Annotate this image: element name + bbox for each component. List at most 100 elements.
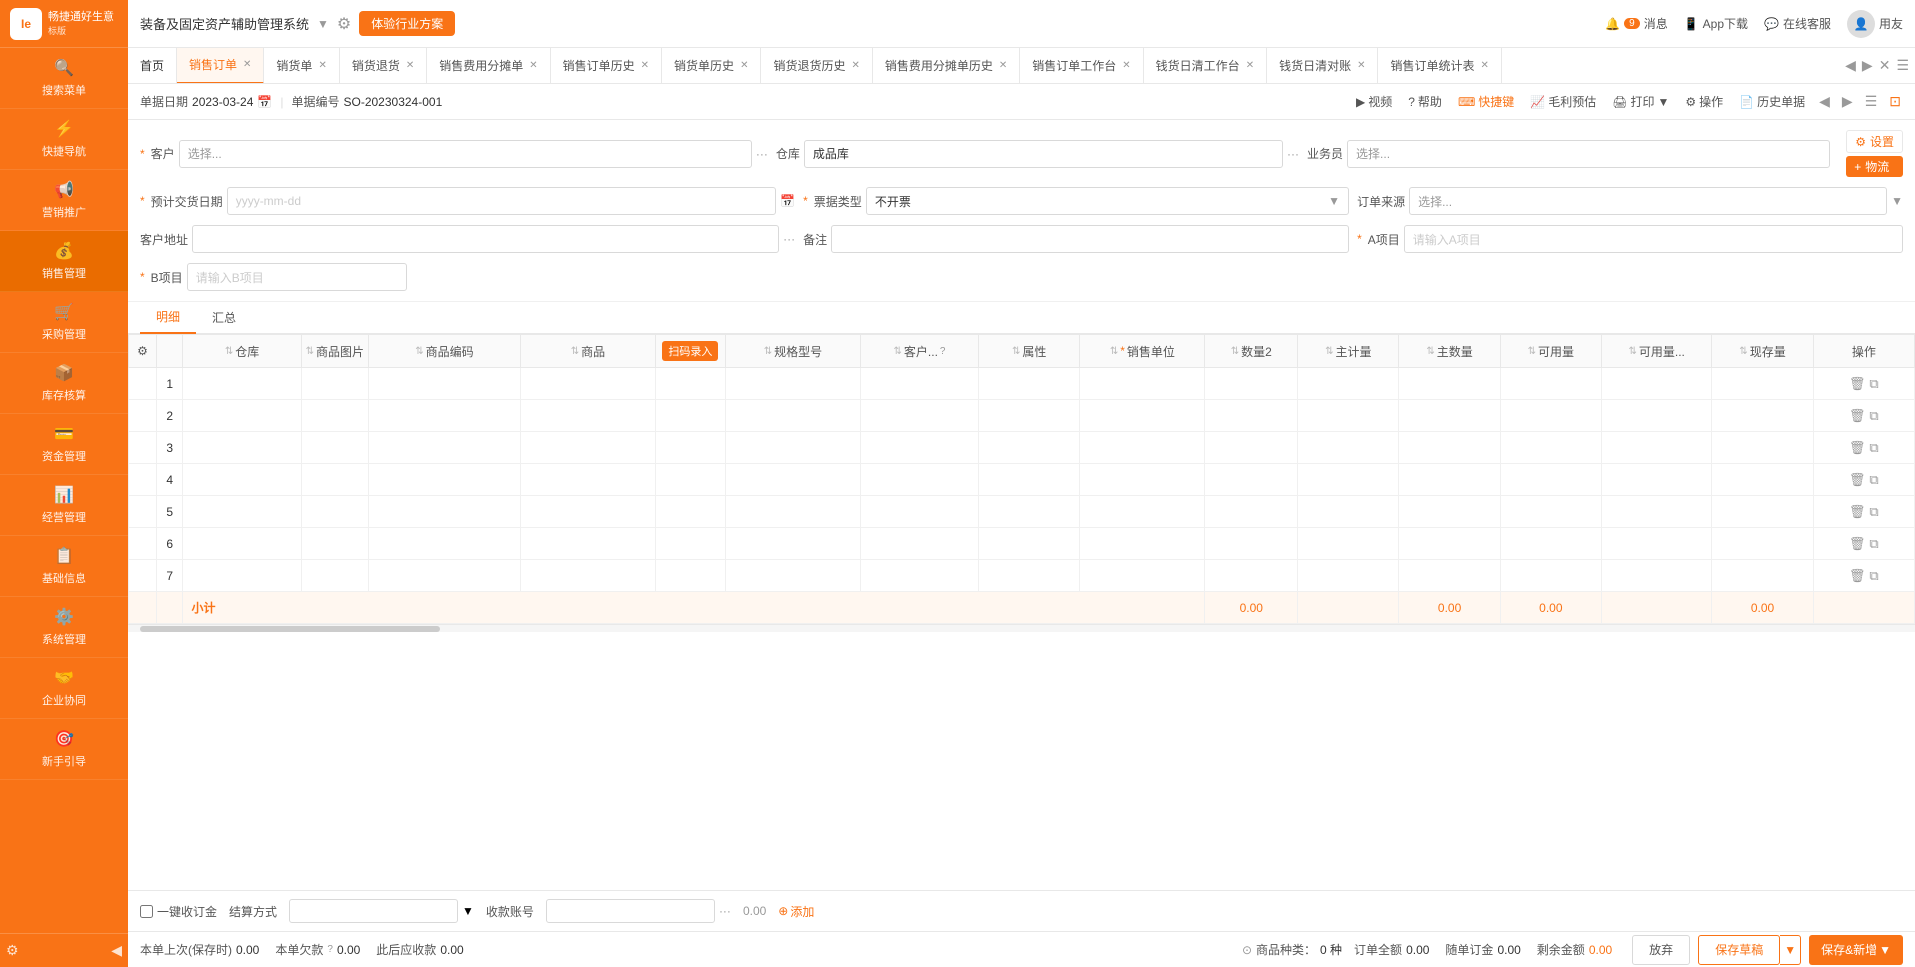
discard-btn[interactable]: 放弃	[1632, 935, 1690, 965]
tab-sales-stats[interactable]: 销售订单统计表 ✕	[1378, 48, 1501, 84]
form-grid-icon[interactable]: ☰	[1863, 91, 1880, 112]
row-copy-icon[interactable]: ⧉	[1869, 504, 1878, 520]
tab-fee-history[interactable]: 销售费用分摊单历史 ✕	[873, 48, 1020, 84]
tab-menu-icon[interactable]: ☰	[1894, 55, 1911, 76]
form-next-icon[interactable]: ▶	[1840, 91, 1855, 112]
b-project-input[interactable]: 请输入B项目	[187, 263, 407, 291]
tab-prev-icon[interactable]: ◀	[1843, 55, 1858, 76]
tab-invoice-history[interactable]: 销货单历史 ✕	[662, 48, 761, 84]
tab-daily-workbench[interactable]: 钱货日清工作台 ✕	[1144, 48, 1267, 84]
industry-btn[interactable]: 体验行业方案	[359, 11, 455, 36]
sidebar-item-collab[interactable]: 🤝 企业协同	[0, 658, 128, 719]
th-qty2[interactable]: ⇅数量2	[1205, 335, 1298, 368]
tab-daily-reconcile[interactable]: 钱货日清对账 ✕	[1267, 48, 1378, 84]
warehouse-more-icon[interactable]: ···	[1287, 147, 1299, 161]
sidebar-item-search[interactable]: 🔍 搜索菜单	[0, 48, 128, 109]
row-copy-icon[interactable]: ⧉	[1869, 440, 1878, 456]
row-copy-icon[interactable]: ⧉	[1869, 536, 1878, 552]
ticket-type-select[interactable]: 不开票 ▼	[866, 187, 1349, 215]
th-settings[interactable]: ⚙	[129, 335, 157, 368]
tab-close-icon[interactable]: ✕	[529, 60, 537, 71]
sidebar-item-finance[interactable]: 💳 资金管理	[0, 414, 128, 475]
sidebar-item-basic-info[interactable]: 📋 基础信息	[0, 536, 128, 597]
tab-sales-fee[interactable]: 销售费用分摊单 ✕	[427, 48, 550, 84]
account-select[interactable]	[546, 899, 715, 923]
tab-return-history[interactable]: 销货退货历史 ✕	[761, 48, 872, 84]
order-source-input[interactable]: 选择...	[1409, 187, 1887, 215]
th-customer-code[interactable]: ⇅客户...?	[860, 335, 978, 368]
th-main-qty[interactable]: ⇅主数量	[1399, 335, 1500, 368]
tab-close-icon[interactable]: ✕	[1246, 60, 1254, 71]
th-spec[interactable]: ⇅规格型号	[725, 335, 860, 368]
calendar2-icon[interactable]: 📅	[780, 194, 795, 208]
toolbar-profit-btn[interactable]: 📈 毛利预估	[1526, 91, 1600, 112]
warehouse-input[interactable]: 成品库	[804, 140, 1283, 168]
remark-input[interactable]	[831, 225, 1349, 253]
row-copy-icon[interactable]: ⧉	[1869, 472, 1878, 488]
scrollbar-thumb[interactable]	[140, 626, 440, 632]
form-prev-icon[interactable]: ◀	[1817, 91, 1832, 112]
address-input[interactable]	[192, 225, 779, 253]
payment-select[interactable]	[289, 899, 458, 923]
sidebar-item-marketing[interactable]: 📢 营销推广	[0, 170, 128, 231]
row-copy-icon[interactable]: ⧉	[1869, 408, 1878, 424]
th-img[interactable]: ⇅商品图片	[301, 335, 368, 368]
tab-close-icon[interactable]: ✕	[641, 60, 649, 71]
toolbar-print-btn[interactable]: 🖨 打印 ▼	[1608, 91, 1673, 112]
sidebar-collapse-icon[interactable]: ◀	[111, 942, 122, 959]
tab-close-icon[interactable]: ✕	[1481, 60, 1489, 71]
sidebar-item-purchase[interactable]: 🛒 采购管理	[0, 292, 128, 353]
row-delete-icon[interactable]: 🗑	[1849, 536, 1866, 552]
tab-sales-order-history[interactable]: 销售订单历史 ✕	[551, 48, 662, 84]
tab-close-icon[interactable]: ✕	[243, 59, 251, 70]
staff-input[interactable]: 选择...	[1347, 140, 1830, 168]
sidebar-item-inventory[interactable]: 📦 库存核算	[0, 353, 128, 414]
tab-close-icon[interactable]: ✕	[318, 60, 326, 71]
tab-close-icon[interactable]: ✕	[1122, 60, 1130, 71]
tab-order-workbench[interactable]: 销售订单工作台 ✕	[1020, 48, 1143, 84]
tab-close-all-icon[interactable]: ✕	[1877, 55, 1893, 76]
sidebar-item-operations[interactable]: 📊 经营管理	[0, 475, 128, 536]
row-delete-icon[interactable]: 🗑	[1849, 376, 1866, 392]
sidebar-item-sales[interactable]: 💰 销售管理	[0, 231, 128, 292]
th-avail[interactable]: ⇅可用量	[1500, 335, 1601, 368]
th-code[interactable]: ⇅商品编码	[369, 335, 521, 368]
th-main-unit[interactable]: ⇅主计量	[1298, 335, 1399, 368]
row-delete-icon[interactable]: 🗑	[1849, 408, 1866, 424]
row-copy-icon[interactable]: ⧉	[1869, 376, 1878, 392]
tab-next-icon[interactable]: ▶	[1860, 55, 1875, 76]
toolbar-help-btn[interactable]: ? 帮助	[1404, 91, 1446, 112]
settings-btn[interactable]: ⚙ 设置	[1846, 130, 1903, 153]
add-payment-btn[interactable]: ⊕ 添加	[778, 903, 814, 920]
row-delete-icon[interactable]: 🗑	[1849, 440, 1866, 456]
logistics-btn[interactable]: + 物流	[1846, 156, 1903, 177]
toolbar-ops-btn[interactable]: ⚙ 操作	[1681, 91, 1727, 112]
tab-close-icon[interactable]: ✕	[851, 60, 859, 71]
row-delete-icon[interactable]: 🗑	[1849, 568, 1866, 584]
save-draft-btn[interactable]: 保存草稿	[1698, 935, 1780, 965]
sidebar-item-guide[interactable]: 🎯 新手引导	[0, 719, 128, 780]
save-draft-arrow-btn[interactable]: ▼	[1780, 935, 1801, 965]
app-download-item[interactable]: 📱 App下载	[1684, 15, 1748, 32]
notification-item[interactable]: 🔔 9 消息	[1605, 15, 1668, 32]
tab-detail[interactable]: 明细	[140, 302, 196, 334]
sidebar-item-quicknav[interactable]: ⚡ 快捷导航	[0, 109, 128, 170]
tab-summary[interactable]: 汇总	[196, 302, 252, 334]
a-project-input[interactable]: 请输入A项目	[1404, 225, 1903, 253]
online-service-item[interactable]: 💬 在线客服	[1764, 15, 1831, 32]
calendar-icon[interactable]: 📅	[257, 95, 272, 109]
th-warehouse[interactable]: ⇅仓库	[183, 335, 301, 368]
th-stock[interactable]: ⇅现存量	[1712, 335, 1813, 368]
tab-close-icon[interactable]: ✕	[1357, 60, 1365, 71]
toolbar-shortcut-btn[interactable]: ⌨ 快捷键	[1454, 91, 1518, 112]
th-unit[interactable]: ⇅*销售单位	[1080, 335, 1205, 368]
address-more-icon[interactable]: ···	[783, 232, 795, 246]
tab-close-icon[interactable]: ✕	[999, 60, 1007, 71]
th-attr[interactable]: ⇅属性	[979, 335, 1080, 368]
account-more-icon[interactable]: ···	[719, 904, 731, 918]
form-expand-icon[interactable]: ⊡	[1887, 91, 1903, 112]
tab-close-icon[interactable]: ✕	[406, 60, 414, 71]
toolbar-history-btn[interactable]: 📄 历史单据	[1735, 91, 1809, 112]
save-new-btn[interactable]: 保存&新增 ▼	[1809, 935, 1903, 965]
topbar-settings-icon[interactable]: ⚙	[337, 14, 351, 34]
